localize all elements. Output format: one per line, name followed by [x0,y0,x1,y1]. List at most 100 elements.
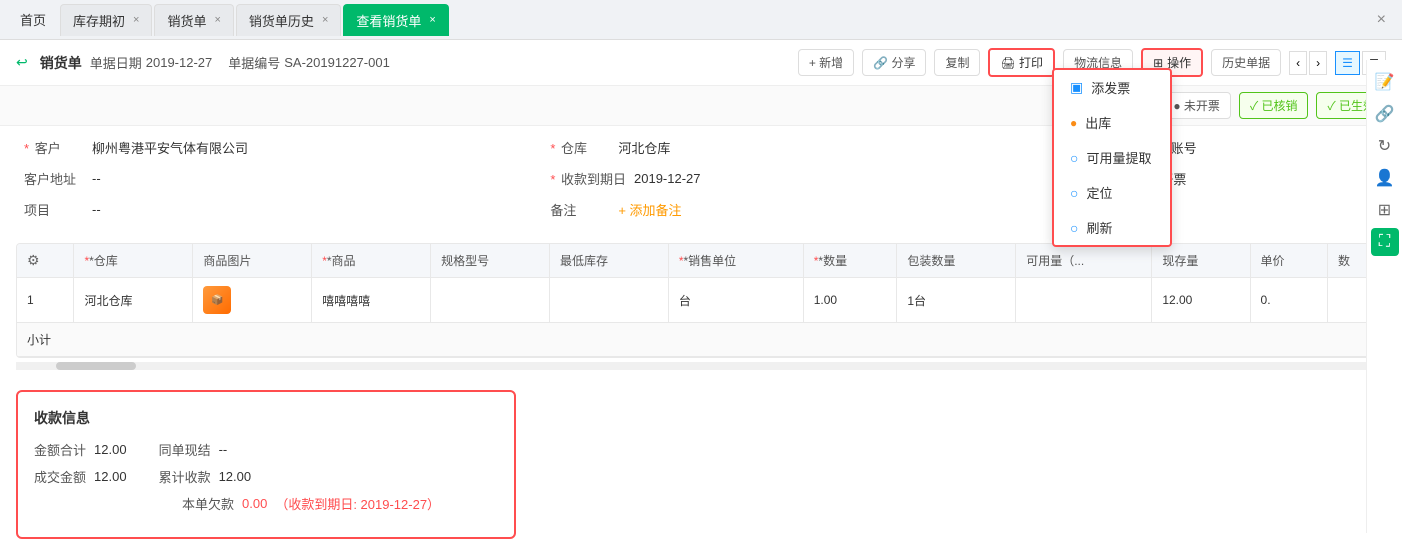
total-value: 12.00 [94,442,127,457]
right-sidebar: 📝 🔗 ↻ 👤 ⊞ ⛶ [1366,60,1402,533]
share-button[interactable]: 🔗 分享 [862,49,926,76]
refresh-label: 刷新 [1086,218,1112,237]
nav-prev[interactable]: ‹ [1289,51,1307,75]
warehouse-label: * 仓库 [550,138,610,157]
product-image: 📦 [203,286,231,314]
col-product: **商品 [312,244,431,278]
note-label: 备注 [550,200,610,219]
window-close-button[interactable]: × [1369,7,1394,33]
view-list-btn[interactable]: ☰ [1335,51,1360,75]
nav-next[interactable]: › [1309,51,1327,75]
col-available: 可用量（... [1016,244,1152,278]
horizontal-scrollbar[interactable] [16,362,1386,370]
doc-number-label: 单据编号 SA-20191227-001 [228,53,390,72]
sidebar-edit-icon[interactable]: 📝 [1371,68,1399,96]
project-label: 项目 [24,200,84,219]
doc-date-value: 2019-12-27 [146,55,213,70]
payment-deal: 成交金额 12.00 [34,467,127,486]
action-row: 日 来自手机 ● 未开票 ✓ 已核销 ✓ 已生效 [0,86,1402,126]
warehouse-field: * 仓库 河北仓库 [550,138,1052,157]
tab-home[interactable]: 首页 [8,4,58,36]
row-sales-unit: 台 [668,278,803,323]
tab-inventory-init-label: 库存期初 [73,11,125,30]
req-star-2: * [550,141,555,156]
doc-icon: ↩ [16,54,28,71]
project-value: -- [92,202,101,217]
due-date-label: * 收款到期日 [550,169,626,188]
copy-button[interactable]: 复制 [934,49,980,76]
dropdown-item-qty-extract[interactable]: ○ 可用量提取 [1054,140,1170,175]
form-row-1: * 客户 柳州粤港平安气体有限公司 * 仓库 河北仓库 业务员 演示账号 [24,138,1378,157]
history-button[interactable]: 历史单据 [1211,49,1281,76]
sidebar-table-icon[interactable]: ⊞ [1371,196,1399,224]
total-label: 金额合计 [34,440,86,459]
col-warehouse: **仓库 [74,244,193,278]
col-unit-price: 单价 [1250,244,1328,278]
form-row-3: 项目 -- 备注 + 添加备注 * 业务员孟 -- [24,200,1378,219]
doc-title: 销货单 [40,53,82,73]
payment-row-1: 金额合计 12.00 同单现结 -- [34,440,498,459]
sidebar-link-icon[interactable]: 🔗 [1371,100,1399,128]
settle-label: 同单现结 [159,440,211,459]
refresh-icon: ○ [1070,220,1078,236]
payment-settle: 同单现结 -- [159,440,228,459]
note-field: 备注 + 添加备注 [550,200,1052,219]
customer-value: 柳州粤港平安气体有限公司 [92,138,248,157]
doc-number-value: SA-20191227-001 [284,55,390,70]
payment-row-3: 本单欠款 0.00 （收款到期日: 2019-12-27） [34,494,498,513]
due-date-field: * 收款到期日 2019-12-27 [550,169,1052,188]
tab-inventory-init[interactable]: 库存期初 × [60,4,152,36]
doc-date-label: 单据日期 2019-12-27 [90,53,213,72]
row-pack-qty: 1台 [897,278,1016,323]
col-gear[interactable]: ⚙ [17,244,74,278]
due-date-value: 2019-12-27 [634,171,701,186]
deal-label: 成交金额 [34,467,86,486]
sidebar-rotate-icon[interactable]: ↻ [1371,132,1399,160]
bottom-section: 收款信息 金额合计 12.00 同单现结 -- 成交金额 12.00 累计收款 [0,374,1402,555]
row-spec [431,278,550,323]
qty-extract-label: 可用量提取 [1086,148,1151,167]
tab-inventory-init-close[interactable]: × [133,14,139,26]
add-invoice-label: 添发票 [1091,78,1130,97]
row-available [1016,278,1152,323]
sidebar-expand-icon[interactable]: ⛶ [1371,228,1399,256]
row-current-stock: 12.00 [1152,278,1250,323]
tab-sales-order[interactable]: 销货单 × [154,4,233,36]
tab-view-sales[interactable]: 查看销货单 × [343,4,448,36]
dropdown-item-add-invoice[interactable]: ▣ 添发票 [1054,70,1170,105]
dropdown-menu: ▣ 添发票 ● 出库 ○ 可用量提取 ○ 定位 ○ 刷新 [1052,68,1172,247]
col-spec: 规格型号 [431,244,550,278]
sidebar-user-icon[interactable]: 👤 [1371,164,1399,192]
gear-icon[interactable]: ⚙ [27,252,40,268]
note-add-btn[interactable]: + 添加备注 [618,200,681,219]
deal-value: 12.00 [94,469,127,484]
debt-label: 本单欠款 [182,494,234,513]
out-warehouse-label: 出库 [1085,113,1111,132]
row-product: 嘻嘻嘻嘻 [312,278,431,323]
customer-label: * 客户 [24,138,84,157]
tab-view-sales-close[interactable]: × [429,14,435,26]
tab-sales-history-label: 销货单历史 [249,11,314,30]
tab-sales-order-label: 销货单 [167,11,206,30]
settle-value: -- [219,442,228,457]
locate-label: 定位 [1086,183,1112,202]
row-quantity: 1.00 [803,278,897,323]
scrollbar-thumb[interactable] [56,362,136,370]
not-open-button[interactable]: ● 未开票 [1162,92,1231,119]
row-img: 📦 [193,278,312,323]
doc-meta: 单据日期 2019-12-27 单据编号 SA-20191227-001 [90,53,390,72]
tab-sales-order-close[interactable]: × [214,14,220,26]
checked-button[interactable]: ✓ 已核销 [1239,92,1309,119]
dropdown-item-refresh[interactable]: ○ 刷新 [1054,210,1170,245]
tab-sales-history-close[interactable]: × [322,14,328,26]
tab-sales-history[interactable]: 销货单历史 × [236,4,341,36]
col-quantity: **数量 [803,244,897,278]
print-button[interactable]: 🖨 打印 [988,48,1055,77]
dropdown-item-locate[interactable]: ○ 定位 [1054,175,1170,210]
address-label: 客户地址 [24,169,84,188]
new-button[interactable]: + 新增 [798,49,854,76]
col-img: 商品图片 [193,244,312,278]
locate-icon: ○ [1070,185,1078,201]
dropdown-item-out-warehouse[interactable]: ● 出库 [1054,105,1170,140]
debt-date: （收款到期日: 2019-12-27） [275,494,440,513]
